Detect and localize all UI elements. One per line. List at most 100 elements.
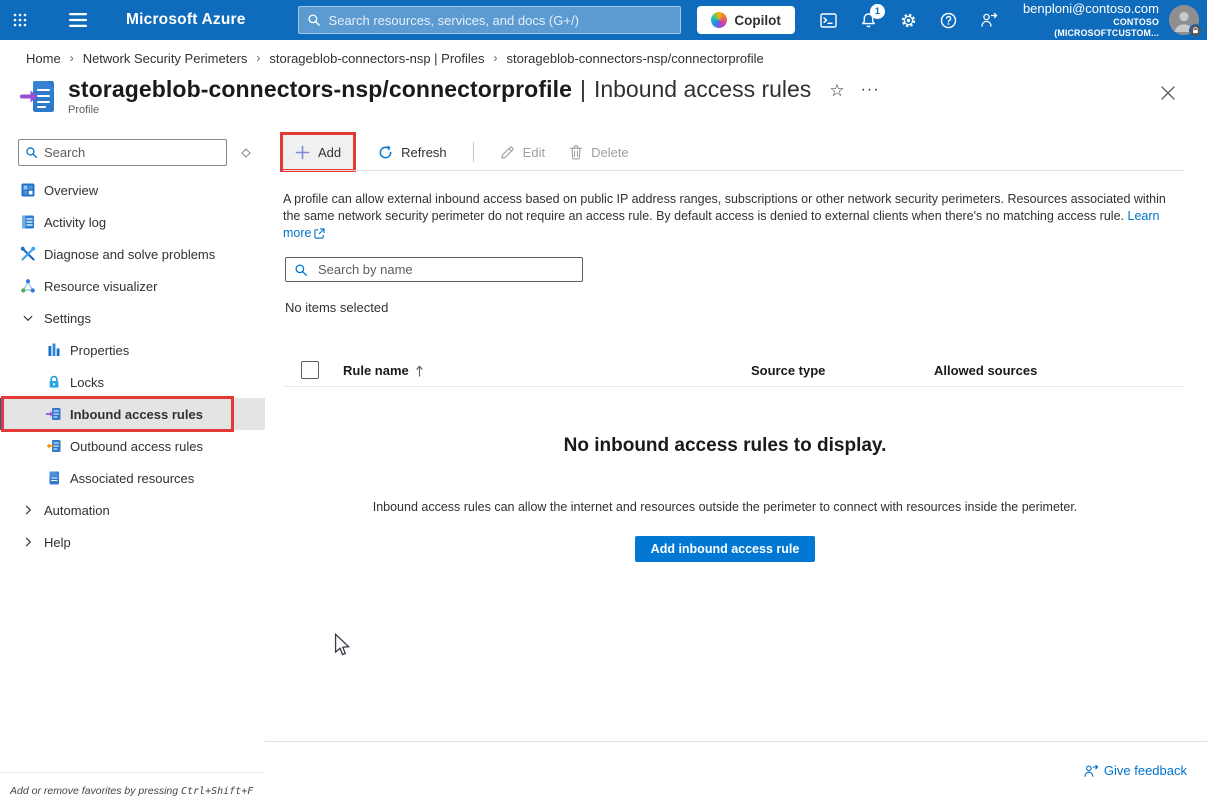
empty-state-subtitle: Inbound access rules can allow the inter… (372, 500, 1078, 514)
page-title-separator: | (579, 76, 586, 102)
avatar[interactable] (1169, 5, 1202, 37)
delete-trash-icon (569, 144, 583, 160)
sidebar-item-label: Activity log (44, 214, 107, 230)
notifications-button[interactable]: 1 (849, 0, 889, 40)
menu-search-input[interactable] (44, 145, 220, 160)
cloud-shell-icon (820, 12, 838, 28)
command-bar-bottom-divider (283, 170, 1185, 171)
page-title-resource: storageblob-connectors-nsp/connectorprof… (68, 76, 572, 102)
outbound-access-rules-icon (46, 438, 62, 454)
filter-search-input[interactable] (318, 262, 574, 277)
sidebar-item-activity-log[interactable]: Activity log (0, 206, 265, 238)
sidebar-item-locks[interactable]: Locks (0, 366, 265, 398)
command-bar-divider (472, 142, 474, 162)
favorite-star-icon[interactable]: ☆ (829, 81, 844, 101)
footer-divider (265, 741, 1207, 742)
account-tenant: CONTOSO (MICROSOFTCUSTOM... (1054, 17, 1159, 39)
pin-menu-icon[interactable] (241, 147, 251, 158)
sidebar-item-overview[interactable]: Overview (0, 174, 265, 206)
menu-search[interactable] (18, 139, 227, 166)
copilot-icon (711, 12, 728, 28)
give-feedback-label: Give feedback (1103, 763, 1187, 778)
resource-type-label: Profile (68, 104, 100, 116)
edit-pencil-icon (500, 145, 515, 160)
search-icon (307, 14, 320, 26)
breadcrumb-home[interactable]: Home (26, 51, 61, 66)
table-header-divider (283, 386, 1185, 387)
refresh-icon (378, 145, 393, 160)
empty-state-title: No inbound access rules to display. (563, 435, 887, 456)
refresh-button-label: Refresh (401, 144, 447, 160)
properties-icon (46, 342, 62, 358)
sidebar-item-outbound-access-rules[interactable]: Outbound access rules (0, 430, 265, 462)
global-search[interactable] (297, 6, 682, 34)
global-search-input[interactable] (328, 12, 673, 28)
azure-brand[interactable]: Microsoft Azure (126, 11, 246, 29)
column-source-type[interactable]: Source type (751, 363, 825, 378)
help-button[interactable] (929, 0, 969, 40)
more-options-icon[interactable]: ··· (861, 81, 880, 99)
hamburger-menu-button[interactable] (58, 0, 98, 40)
chevron-right-icon (22, 504, 34, 516)
sidebar-group-settings[interactable]: Settings (0, 302, 265, 334)
breadcrumb: Home › Network Security Perimeters › sto… (0, 40, 1207, 76)
add-button-label: Add (318, 144, 342, 160)
breadcrumb-separator: › (256, 51, 261, 65)
breadcrumb-nsp-profiles[interactable]: storageblob-connectors-nsp | Profiles (269, 51, 484, 66)
add-button[interactable]: Add (283, 135, 354, 169)
settings-button[interactable] (889, 0, 929, 40)
sidebar-item-associated-resources[interactable]: Associated resources (0, 462, 265, 494)
page-title-section: Inbound access rules (593, 76, 812, 102)
select-all-checkbox[interactable] (301, 361, 319, 379)
sidebar-item-resource-visualizer[interactable]: Resource visualizer (0, 270, 265, 302)
edit-button-label: Edit (522, 144, 546, 160)
table-header: Rule name Source type Allowed sources (265, 353, 1185, 387)
sidebar-group-label: Automation (44, 502, 110, 518)
sidebar-group-label: Settings (44, 310, 91, 326)
sidebar-item-label: Diagnose and solve problems (44, 246, 216, 262)
command-bar: Add Refresh Edit Delete (280, 132, 641, 172)
sidebar-item-properties[interactable]: Properties (0, 334, 265, 366)
give-feedback-link[interactable]: Give feedback (1083, 763, 1187, 778)
breadcrumb-nsp-list[interactable]: Network Security Perimeters (83, 51, 248, 66)
favorites-hint-text: Add or remove favorites by pressing (10, 784, 181, 797)
column-allowed-sources[interactable]: Allowed sources (934, 363, 1037, 378)
delete-button[interactable]: Delete (557, 135, 641, 169)
feedback-button[interactable] (969, 0, 1009, 40)
lock-icon (1189, 24, 1202, 37)
favorites-hint-shortcut: Ctrl+Shift+F (181, 785, 254, 797)
activity-log-icon (20, 214, 36, 230)
edit-button[interactable]: Edit (488, 135, 557, 169)
inbound-access-rules-blade: Add Refresh Edit Delete A profile can al… (265, 125, 1207, 808)
favorites-hint: Add or remove favorites by pressing Ctrl… (0, 772, 265, 808)
account-email: benploni@contoso.com (1022, 0, 1159, 16)
sidebar-item-inbound-access-rules[interactable]: Inbound access rules (0, 396, 265, 432)
search-icon (26, 147, 38, 159)
add-inbound-access-rule-button[interactable]: Add inbound access rule (634, 536, 816, 562)
sidebar-group-automation[interactable]: Automation (0, 494, 265, 526)
chevron-down-icon (22, 312, 34, 324)
grid-icon (13, 13, 27, 27)
breadcrumb-separator: › (69, 51, 74, 65)
notification-badge: 1 (869, 4, 885, 19)
chevron-right-icon (22, 536, 34, 548)
blade-description: A profile can allow external inbound acc… (283, 191, 1183, 242)
close-blade-button[interactable] (1157, 82, 1179, 104)
sidebar-item-diagnose[interactable]: Diagnose and solve problems (0, 238, 265, 270)
refresh-button[interactable]: Refresh (366, 135, 459, 169)
cloud-shell-button[interactable] (809, 0, 849, 40)
app-launcher-button[interactable] (0, 0, 40, 40)
plus-icon (295, 145, 310, 160)
copilot-button[interactable]: Copilot (697, 6, 795, 34)
breadcrumb-current[interactable]: storageblob-connectors-nsp/connectorprof… (507, 51, 764, 66)
hamburger-icon (69, 13, 87, 27)
resource-menu-list: Overview Activity log Diagnose and solve… (0, 174, 265, 558)
sidebar-item-label: Locks (70, 374, 104, 390)
filter-search[interactable] (285, 257, 583, 282)
sidebar-group-help[interactable]: Help (0, 526, 265, 558)
external-link-icon (314, 228, 326, 239)
description-text: A profile can allow external inbound acc… (283, 192, 1166, 223)
account-info[interactable]: benploni@contoso.com CONTOSO (MICROSOFTC… (1019, 1, 1159, 39)
column-rule-name[interactable]: Rule name (343, 363, 424, 378)
person-feedback-icon (981, 12, 998, 27)
